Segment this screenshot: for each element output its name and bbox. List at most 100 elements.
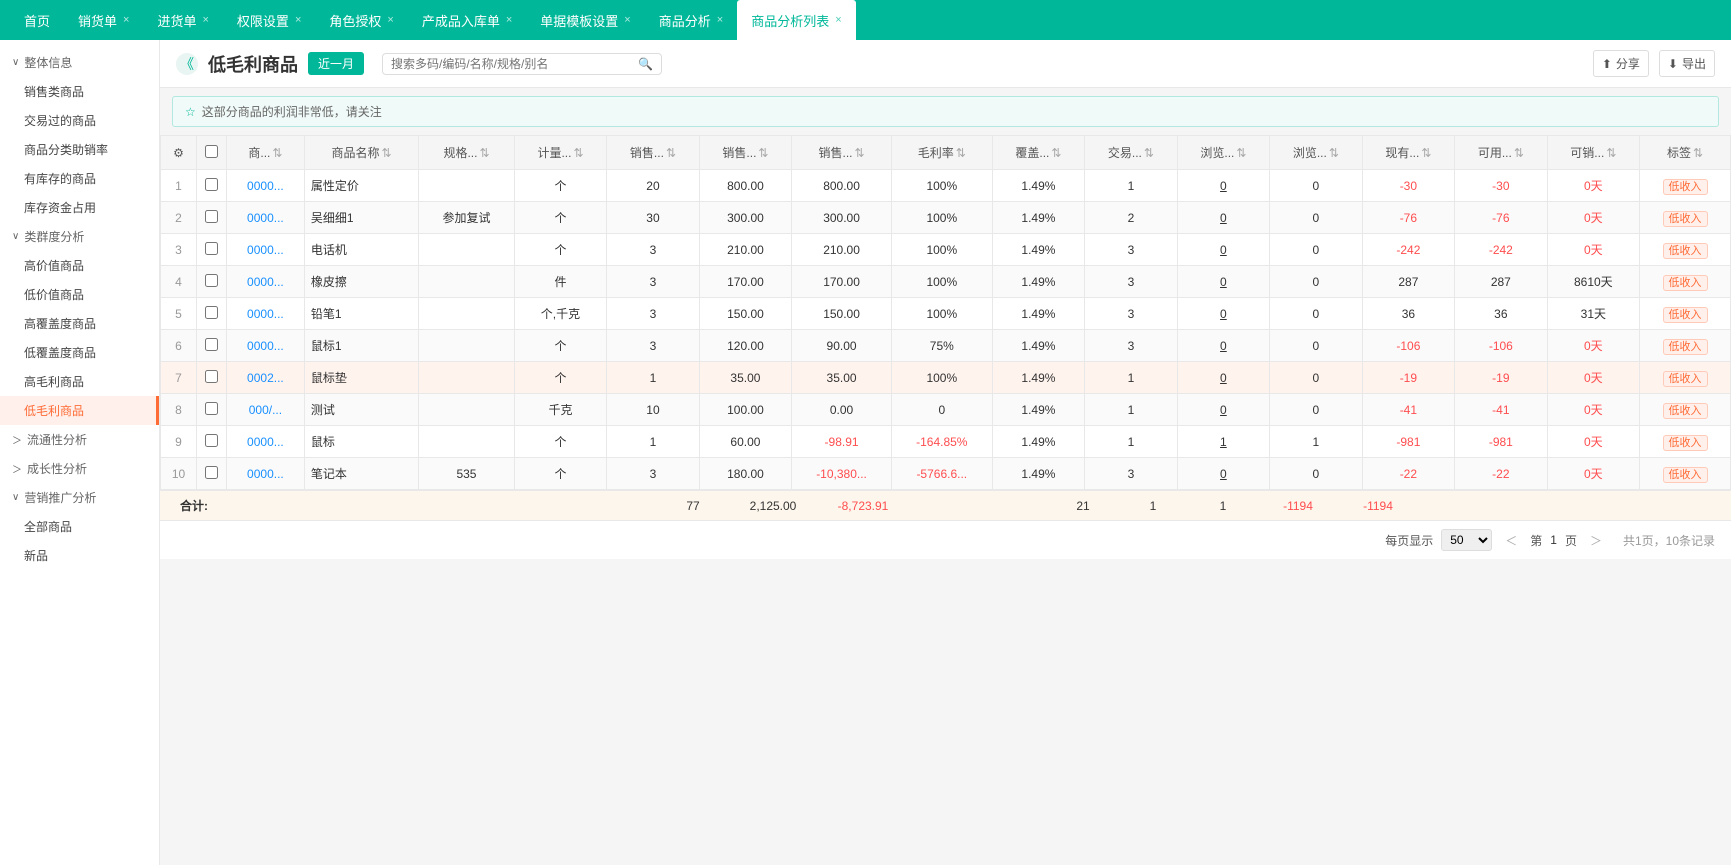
col-unit[interactable]: 计量...⇅: [514, 136, 606, 170]
sidebar-group-overall[interactable]: ∨ 整体信息: [0, 48, 159, 77]
sidebar-item-high-value[interactable]: 高价值商品: [0, 251, 159, 280]
row-checkbox[interactable]: [205, 242, 218, 255]
nav-analysis-close[interactable]: ×: [717, 14, 723, 26]
cell-checkbox[interactable]: [197, 330, 227, 362]
col-saleable[interactable]: 可销...⇅: [1547, 136, 1639, 170]
row-checkbox[interactable]: [205, 434, 218, 447]
cell-browse1[interactable]: 0: [1177, 266, 1269, 298]
col-transaction[interactable]: 交易...⇅: [1085, 136, 1177, 170]
sidebar-group-marketing[interactable]: ∨ 营销推广分析: [0, 483, 159, 512]
cell-checkbox[interactable]: [197, 266, 227, 298]
cell-checkbox[interactable]: [197, 234, 227, 266]
search-input[interactable]: [391, 57, 638, 71]
col-select-all[interactable]: [197, 136, 227, 170]
nav-template[interactable]: 单据模板设置 ×: [526, 0, 644, 40]
row-checkbox[interactable]: [205, 306, 218, 319]
search-icon[interactable]: 🔍: [638, 57, 653, 71]
col-sales-price[interactable]: 销售...⇅: [699, 136, 791, 170]
sidebar-item-inventory-capital[interactable]: 库存资金占用: [0, 193, 159, 222]
nav-roles[interactable]: 角色授权 ×: [315, 0, 407, 40]
sidebar-item-high-coverage[interactable]: 高覆盖度商品: [0, 309, 159, 338]
nav-roles-close[interactable]: ×: [387, 14, 393, 26]
cell-browse1[interactable]: 0: [1177, 234, 1269, 266]
sidebar-item-traded-products[interactable]: 交易过的商品: [0, 106, 159, 135]
nav-permissions-close[interactable]: ×: [295, 14, 301, 26]
sidebar-group-cluster[interactable]: ∨ 类群度分析: [0, 222, 159, 251]
col-available[interactable]: 可用...⇅: [1455, 136, 1547, 170]
sidebar-group-circulation[interactable]: ＞ 流通性分析: [0, 425, 159, 454]
sidebar-item-all-products[interactable]: 全部商品: [0, 512, 159, 541]
nav-sales[interactable]: 销货单 ×: [64, 0, 143, 40]
row-checkbox[interactable]: [205, 178, 218, 191]
cell-browse1[interactable]: 0: [1177, 202, 1269, 234]
cell-checkbox[interactable]: [197, 170, 227, 202]
sidebar-item-low-margin[interactable]: 低毛利商品: [0, 396, 159, 425]
col-tag[interactable]: 标签⇅: [1640, 136, 1731, 170]
cell-checkbox[interactable]: [197, 426, 227, 458]
nav-purchase-close[interactable]: ×: [202, 14, 208, 26]
per-page-select[interactable]: 50 100 200: [1441, 529, 1492, 551]
select-all-checkbox[interactable]: [205, 145, 218, 158]
nav-sales-close[interactable]: ×: [123, 14, 129, 26]
export-btn[interactable]: ⬇ 导出: [1659, 50, 1715, 77]
cell-coverage: 1.49%: [992, 298, 1084, 330]
col-gross-rate[interactable]: 毛利率⇅: [891, 136, 992, 170]
cell-checkbox[interactable]: [197, 394, 227, 426]
row-checkbox[interactable]: [205, 370, 218, 383]
col-current-stock[interactable]: 现有...⇅: [1362, 136, 1454, 170]
nav-home[interactable]: 首页: [10, 0, 64, 40]
cell-sales-qty: 3: [607, 298, 699, 330]
sidebar-item-inventory-products[interactable]: 有库存的商品: [0, 164, 159, 193]
sidebar-item-low-value[interactable]: 低价值商品: [0, 280, 159, 309]
next-page-btn[interactable]: ＞: [1585, 530, 1607, 551]
sidebar-group-growth[interactable]: ＞ 成长性分析: [0, 454, 159, 483]
col-sales-amount[interactable]: 销售...⇅: [792, 136, 892, 170]
sidebar-item-new-products[interactable]: 新品: [0, 541, 159, 570]
nav-template-close[interactable]: ×: [624, 14, 630, 26]
nav-list-close[interactable]: ×: [835, 14, 841, 26]
row-checkbox[interactable]: [205, 210, 218, 223]
share-btn[interactable]: ⬆ 分享: [1593, 50, 1649, 77]
row-checkbox[interactable]: [205, 466, 218, 479]
sidebar-item-category-rate[interactable]: 商品分类助销率: [0, 135, 159, 164]
col-settings[interactable]: ⚙: [161, 136, 197, 170]
row-checkbox[interactable]: [205, 338, 218, 351]
nav-purchase[interactable]: 进货单 ×: [143, 0, 222, 40]
col-browse1[interactable]: 浏览...⇅: [1177, 136, 1269, 170]
col-name[interactable]: 商品名称⇅: [304, 136, 418, 170]
sidebar-item-low-coverage[interactable]: 低覆盖度商品: [0, 338, 159, 367]
sidebar-item-high-margin[interactable]: 高毛利商品: [0, 367, 159, 396]
table-row: 4 0000... 橡皮擦 件 3 170.00 170.00 100% 1.4…: [161, 266, 1731, 298]
cell-browse1[interactable]: 0: [1177, 298, 1269, 330]
cell-gross-rate: -5766.6...: [891, 458, 992, 490]
col-coverage[interactable]: 覆盖...⇅: [992, 136, 1084, 170]
cell-browse1[interactable]: 0: [1177, 170, 1269, 202]
col-code[interactable]: 商...⇅: [227, 136, 305, 170]
cell-checkbox[interactable]: [197, 362, 227, 394]
date-filter-btn[interactable]: 近一月: [308, 52, 364, 75]
cell-checkbox[interactable]: [197, 458, 227, 490]
nav-product-analysis[interactable]: 商品分析 ×: [645, 0, 737, 40]
cell-name: 属性定价: [304, 170, 418, 202]
nav-finished-close[interactable]: ×: [506, 14, 512, 26]
col-spec[interactable]: 规格...⇅: [419, 136, 515, 170]
cell-checkbox[interactable]: [197, 298, 227, 330]
sidebar-collapse-btn[interactable]: 《: [176, 53, 198, 75]
cell-browse1[interactable]: 1: [1177, 426, 1269, 458]
cell-browse1[interactable]: 0: [1177, 458, 1269, 490]
cell-checkbox[interactable]: [197, 202, 227, 234]
prev-page-btn[interactable]: ＜: [1500, 530, 1522, 551]
cell-browse1[interactable]: 0: [1177, 362, 1269, 394]
col-sales-qty[interactable]: 销售...⇅: [607, 136, 699, 170]
col-browse2[interactable]: 浏览...⇅: [1270, 136, 1362, 170]
cell-current-stock: -41: [1362, 394, 1454, 426]
row-checkbox[interactable]: [205, 274, 218, 287]
cell-browse1[interactable]: 0: [1177, 394, 1269, 426]
cell-browse1[interactable]: 0: [1177, 330, 1269, 362]
cell-spec: [419, 266, 515, 298]
sidebar-item-sales-products[interactable]: 销售类商品: [0, 77, 159, 106]
nav-product-analysis-list[interactable]: 商品分析列表 ×: [737, 0, 855, 40]
row-checkbox[interactable]: [205, 402, 218, 415]
nav-permissions[interactable]: 权限设置 ×: [223, 0, 315, 40]
nav-finished-goods[interactable]: 产成品入库单 ×: [408, 0, 526, 40]
